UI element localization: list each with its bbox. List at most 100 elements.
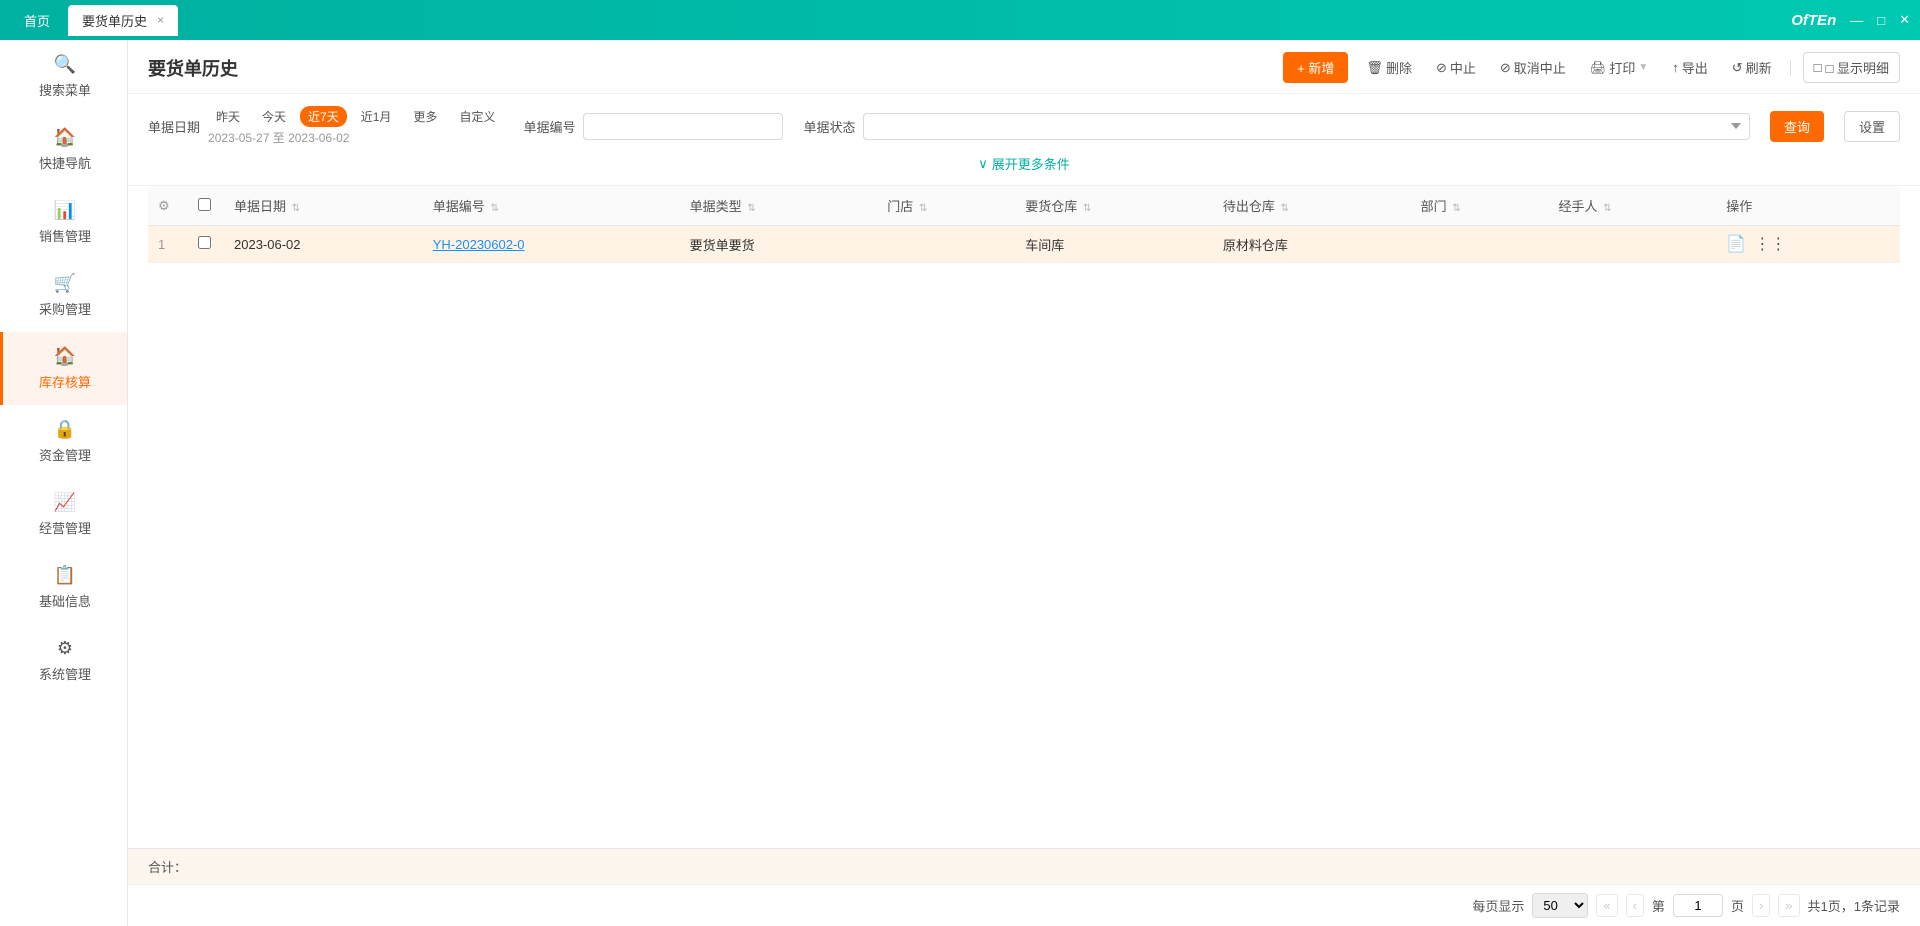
sort-docnum-icon: ⇅ (490, 203, 498, 214)
filter-row: 单据日期 昨天 今天 近7天 近1月 更多 自定义 2023-05-27 至 2… (148, 106, 1900, 146)
topbar-maximize[interactable]: □ (1877, 13, 1885, 28)
pagination: 每页显示 50 10 20 100 « ‹ 第 页 › » 共1页，1条记录 (128, 884, 1920, 926)
sidebar-item-sales[interactable]: 📊 销售管理 (0, 186, 127, 259)
cancel-suspend-icon: ⊘ (1500, 60, 1511, 76)
filter-docnumber: 单据编号 (523, 113, 783, 140)
display-detail-button[interactable]: □ □ 显示明细 (1803, 52, 1900, 83)
expand-more-btn[interactable]: ∨ 展开更多条件 (148, 154, 1900, 173)
filter-date: 单据日期 昨天 今天 近7天 近1月 更多 自定义 2023-05-27 至 2… (148, 106, 503, 146)
page-input[interactable] (1673, 894, 1723, 917)
page-suffix: 页 (1731, 896, 1744, 915)
topbar-brand: OfTEn (1791, 12, 1836, 29)
page-prev-btn[interactable]: ‹ (1626, 894, 1644, 917)
settings-button[interactable]: 设置 (1844, 111, 1900, 142)
sidebar-item-search[interactable]: 🔍 搜索菜单 (0, 40, 127, 113)
home-icon: 🏠 (54, 127, 76, 148)
shortcut-custom[interactable]: 自定义 (451, 106, 503, 127)
total-info: 共1页，1条记录 (1808, 896, 1900, 915)
row-edit-icon[interactable]: 📄 (1726, 234, 1746, 254)
sort-dept-icon: ⇅ (1452, 203, 1460, 214)
sidebar-item-basic[interactable]: 📋 基础信息 (0, 551, 127, 624)
sidebar-item-system[interactable]: ⚙ 系统管理 (0, 624, 127, 697)
page-label: 第 (1652, 896, 1665, 915)
col-doc-type[interactable]: 单据类型 ⇅ (680, 186, 878, 226)
topbar-close[interactable]: ✕ (1899, 12, 1910, 28)
page-first-btn[interactable]: « (1596, 894, 1617, 917)
display-detail-icon: □ (1814, 60, 1822, 75)
tab-home[interactable]: 首页 (10, 5, 64, 36)
col-settings[interactable]: ⚙ (148, 186, 188, 226)
row-checkbox[interactable] (198, 236, 211, 249)
query-button[interactable]: 查询 (1770, 111, 1824, 142)
sort-handler-icon: ⇅ (1603, 203, 1611, 214)
sort-store-icon: ⇅ (919, 203, 927, 214)
status-select[interactable] (863, 113, 1749, 140)
table-footer: 合计： (128, 848, 1920, 884)
shortcut-today[interactable]: 今天 (254, 106, 294, 127)
col-doc-number[interactable]: 单据编号 ⇅ (423, 186, 680, 226)
sidebar-item-finance-label: 资金管理 (39, 445, 91, 464)
export-button[interactable]: ↑ 导出 (1666, 54, 1714, 81)
docnumber-input[interactable] (583, 113, 783, 140)
shortcut-yesterday[interactable]: 昨天 (208, 106, 248, 127)
date-filter-label: 单据日期 (148, 117, 200, 136)
sidebar-item-finance[interactable]: 🔒 资金管理 (0, 405, 127, 478)
sidebar-item-purchase[interactable]: 🛒 采购管理 (0, 259, 127, 332)
refresh-button[interactable]: ↺ 刷新 (1726, 54, 1778, 81)
expand-chevron-icon: ∨ (978, 156, 988, 172)
topbar-minimize[interactable]: — (1850, 13, 1863, 28)
sidebar-item-quick-nav[interactable]: 🏠 快捷导航 (0, 113, 127, 186)
row-doc-date: 2023-06-02 (224, 226, 423, 263)
col-req-warehouse[interactable]: 要货仓库 ⇅ (1015, 186, 1213, 226)
tab-close-icon[interactable]: × (157, 13, 164, 27)
col-doc-date[interactable]: 单据日期 ⇅ (224, 186, 423, 226)
delete-icon: 🗑 (1366, 60, 1383, 76)
sidebar-item-system-label: 系统管理 (39, 664, 91, 683)
page-title: 要货单历史 (148, 55, 238, 81)
topbar-right: OfTEn — □ ✕ (1791, 12, 1910, 29)
suspend-icon: ⊘ (1436, 60, 1447, 76)
docnumber-label: 单据编号 (523, 117, 575, 136)
row-department (1411, 226, 1549, 263)
col-checkbox[interactable] (188, 186, 224, 226)
toolbar: + 新增 🗑 🗑 删除 删除 ⊘ 中止 ⊘ 取消中止 🖨 打印 ▼ (1283, 52, 1900, 83)
refresh-icon: ↺ (1732, 60, 1743, 76)
sidebar-item-inventory-label: 库存核算 (39, 372, 91, 391)
sidebar: 🔍 搜索菜单 🏠 快捷导航 📊 销售管理 🛒 采购管理 🏠 库存核算 🔒 资金管… (0, 40, 128, 926)
finance-icon: 🔒 (54, 419, 76, 440)
col-handler[interactable]: 经手人 ⇅ (1548, 186, 1716, 226)
sort-reqwh-icon: ⇅ (1083, 203, 1091, 214)
col-store[interactable]: 门店 ⇅ (877, 186, 1015, 226)
tab-requisition-history[interactable]: 要货单历史 × (68, 5, 178, 36)
search-icon: 🔍 (54, 54, 76, 75)
table-row: 1 2023-06-02 YH-20230602-0 要货单要货 车间库 原材料… (148, 226, 1900, 263)
sidebar-item-operations[interactable]: 📈 经营管理 (0, 478, 127, 551)
shortcut-more[interactable]: 更多 (405, 106, 445, 127)
sidebar-item-sales-label: 销售管理 (39, 226, 91, 245)
sort-docdate-icon: ⇅ (292, 203, 300, 214)
shortcut-7days[interactable]: 近7天 (300, 106, 347, 127)
delete-button[interactable]: 🗑 🗑 删除 删除 (1360, 54, 1418, 81)
row-doc-number[interactable]: YH-20230602-0 (423, 226, 680, 263)
row-more-icon[interactable]: ⋮⋮ (1754, 234, 1786, 254)
row-checkbox-cell[interactable] (188, 226, 224, 263)
table-settings-icon[interactable]: ⚙ (158, 198, 170, 213)
shortcut-1month[interactable]: 近1月 (353, 106, 400, 127)
col-department[interactable]: 部门 ⇅ (1411, 186, 1549, 226)
new-button[interactable]: + 新增 (1283, 52, 1348, 83)
sidebar-item-inventory[interactable]: 🏠 库存核算 (0, 332, 127, 405)
suspend-button[interactable]: ⊘ 中止 (1430, 54, 1482, 81)
select-all-checkbox[interactable] (198, 198, 211, 211)
row-doc-type: 要货单要货 (680, 226, 878, 263)
print-button[interactable]: 🖨 打印 ▼ (1584, 54, 1654, 81)
doc-number-link[interactable]: YH-20230602-0 (433, 237, 525, 252)
page-last-btn[interactable]: » (1778, 894, 1799, 917)
col-pending-warehouse[interactable]: 待出仓库 ⇅ (1213, 186, 1411, 226)
date-shortcuts: 昨天 今天 近7天 近1月 更多 自定义 2023-05-27 至 2023-0… (208, 106, 503, 146)
cancel-suspend-button[interactable]: ⊘ 取消中止 (1494, 54, 1572, 81)
row-store (877, 226, 1015, 263)
page-size-select[interactable]: 50 10 20 100 (1532, 893, 1588, 918)
sidebar-item-quicknav-label: 快捷导航 (39, 153, 91, 172)
filter-status: 单据状态 (803, 113, 1750, 140)
page-next-btn[interactable]: › (1752, 894, 1770, 917)
